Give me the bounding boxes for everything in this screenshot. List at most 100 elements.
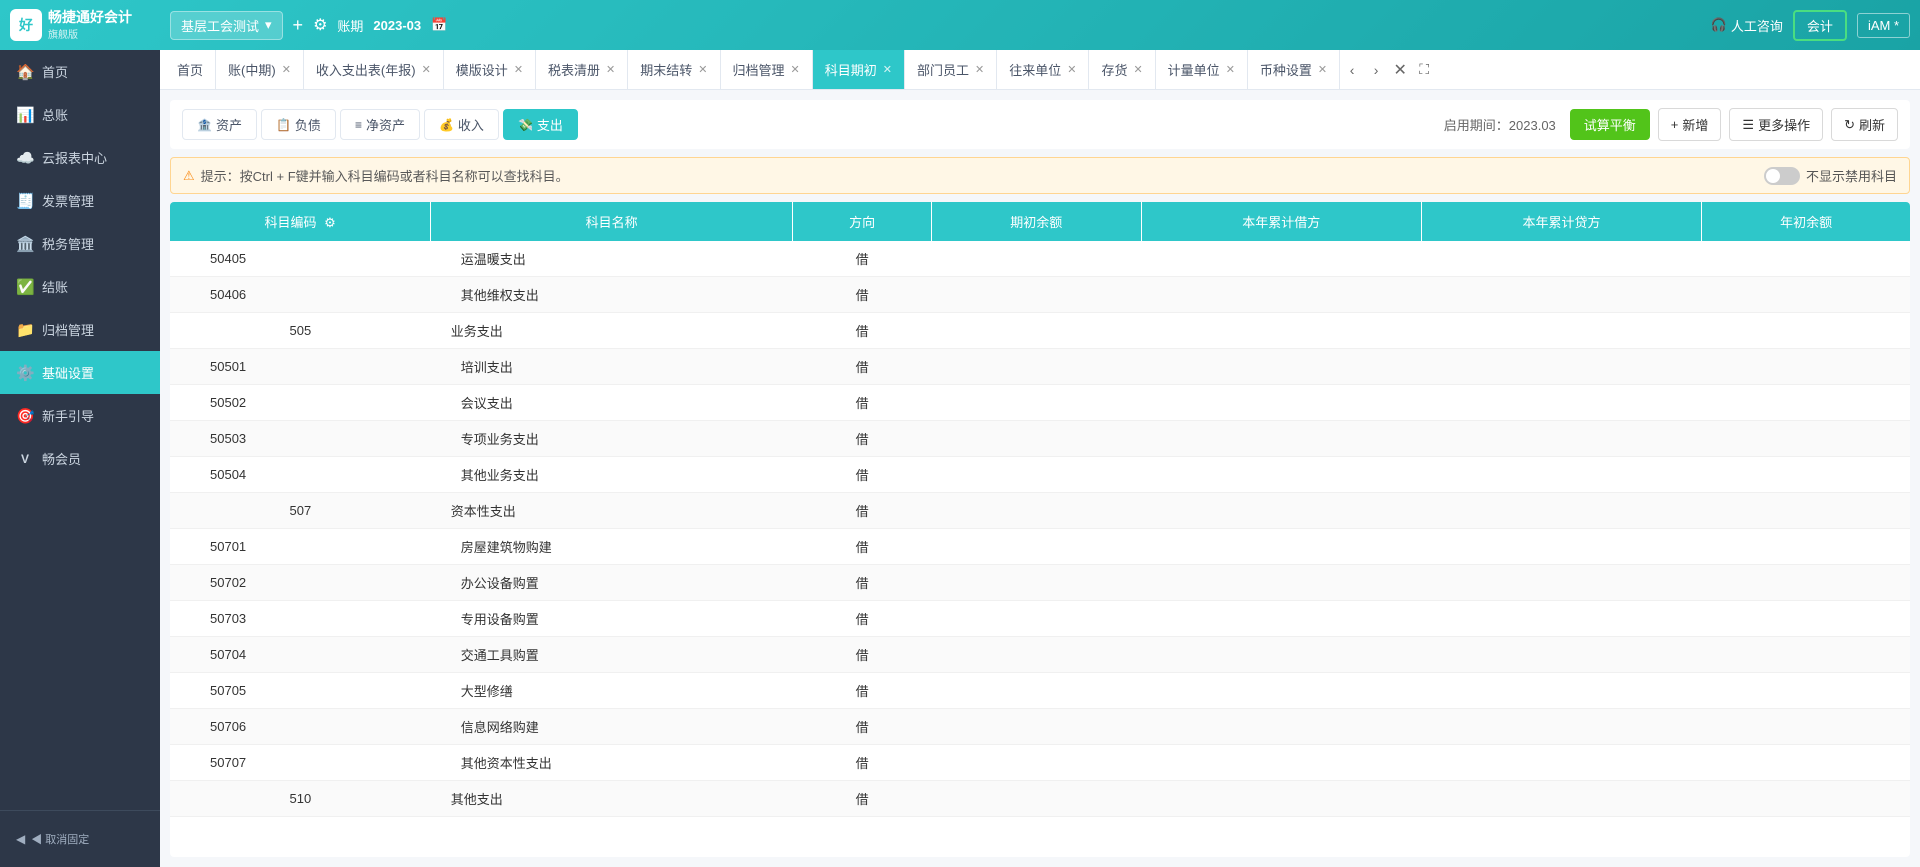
table-header-row: 科目编码 ⚙ 科目名称 方向 期初余额 本年累计借方 本年累计贷方 年初余额 — [170, 202, 1910, 241]
tab-close-all-btn[interactable]: ✕ — [1388, 50, 1412, 90]
tab-subject-label: 科目期初 — [825, 60, 877, 79]
cell-code: 50701 — [170, 529, 431, 565]
calendar-icon[interactable]: 📅 — [431, 17, 447, 33]
tab-inventory[interactable]: 存货 ✕ — [1089, 50, 1155, 90]
col-ytd-debit: 本年累计借方 — [1141, 202, 1421, 241]
table-row[interactable]: 507资本性支出借 — [170, 493, 1910, 529]
tab-template[interactable]: 模版设计 ✕ — [444, 50, 536, 90]
table-row[interactable]: 50501培训支出借 — [170, 349, 1910, 385]
sidebar-item-close[interactable]: ✅ 结账 — [0, 265, 160, 308]
sub-tab-liability[interactable]: 📋 负债 — [261, 109, 336, 140]
tab-currency-close[interactable]: ✕ — [1318, 63, 1327, 76]
tab-partner[interactable]: 往来单位 ✕ — [997, 50, 1089, 90]
tax-icon: 🏛️ — [16, 235, 34, 253]
tab-prev-btn[interactable]: ‹ — [1340, 50, 1364, 90]
sidebar-item-invoice[interactable]: 🧾 发票管理 — [0, 179, 160, 222]
more-button[interactable]: ☰ 更多操作 — [1729, 108, 1823, 141]
iam-badge[interactable]: iAM * — [1857, 13, 1910, 38]
sidebar-collapse-btn[interactable]: ◀ ◀ 取消固定 — [0, 821, 160, 857]
sidebar-item-reports[interactable]: ☁️ 云报表中心 — [0, 136, 160, 179]
tab-expand-btn[interactable]: ⛶ — [1412, 50, 1436, 90]
app-sub: 旗舰版 — [48, 26, 132, 41]
col-settings-icon[interactable]: ⚙ — [324, 215, 336, 230]
table-row[interactable]: 50702办公设备购置借 — [170, 565, 1910, 601]
cell-direction: 借 — [793, 637, 932, 673]
tab-dept-close[interactable]: ✕ — [975, 63, 984, 76]
tab-currency[interactable]: 币种设置 ✕ — [1248, 50, 1340, 90]
company-selector[interactable]: 基层工会测试 ▾ — [170, 11, 283, 40]
sidebar-label-guide: 新手引导 — [42, 406, 94, 425]
table-row[interactable]: 50704交通工具购置借 — [170, 637, 1910, 673]
tab-annual-report[interactable]: 收入支出表(年报) ✕ — [304, 50, 444, 90]
tab-tax[interactable]: 税表清册 ✕ — [536, 50, 628, 90]
tab-annual-close[interactable]: ✕ — [422, 63, 431, 76]
sidebar-item-tax[interactable]: 🏛️ 税务管理 — [0, 222, 160, 265]
tab-period[interactable]: 账(中期) ✕ — [216, 50, 304, 90]
tab-tax-close[interactable]: ✕ — [606, 63, 615, 76]
cell-name: 专用设备购置 — [431, 601, 793, 637]
tab-unit[interactable]: 计量单位 ✕ — [1156, 50, 1248, 90]
table-row[interactable]: 505业务支出借 — [170, 313, 1910, 349]
tab-filing-close[interactable]: ✕ — [791, 63, 800, 76]
tab-period-close[interactable]: ✕ — [282, 63, 291, 76]
table-row[interactable]: 50504其他业务支出借 — [170, 457, 1910, 493]
table-row[interactable]: 50701房屋建筑物购建借 — [170, 529, 1910, 565]
tab-home[interactable]: 首页 — [165, 50, 216, 90]
tab-subject-init[interactable]: 科目期初 ✕ — [813, 50, 905, 90]
cell-opening — [931, 529, 1141, 565]
tab-inventory-label: 存货 — [1101, 60, 1127, 79]
cell-direction: 借 — [793, 349, 932, 385]
sub-tab-expense[interactable]: 💸 支出 — [503, 109, 578, 140]
table-row[interactable]: 50503专项业务支出借 — [170, 421, 1910, 457]
toggle-switch[interactable] — [1764, 167, 1800, 185]
home-icon: 🏠 — [16, 63, 34, 81]
col-opening-balance: 期初余额 — [931, 202, 1141, 241]
tab-annual-label: 收入支出表(年报) — [316, 60, 416, 79]
table-row[interactable]: 50703专用设备购置借 — [170, 601, 1910, 637]
sub-tab-bar: 🏦 资产 📋 负债 ≡ 净资产 💰 收入 💸 支出 — [170, 100, 1910, 149]
cell-name: 业务支出 — [431, 313, 793, 349]
tab-template-close[interactable]: ✕ — [514, 63, 523, 76]
balance-button[interactable]: 试算平衡 — [1570, 109, 1650, 140]
sidebar-item-ledger[interactable]: 📊 总账 — [0, 93, 160, 136]
table-row[interactable]: 510其他支出借 — [170, 781, 1910, 817]
cell-beginning — [1702, 601, 1910, 637]
table-row[interactable]: 50707其他资本性支出借 — [170, 745, 1910, 781]
sidebar-item-guide[interactable]: 🎯 新手引导 — [0, 394, 160, 437]
sub-tab-income[interactable]: 💰 收入 — [424, 109, 499, 140]
dropdown-icon: ▾ — [265, 17, 272, 33]
tab-partner-close[interactable]: ✕ — [1067, 63, 1076, 76]
tab-unit-close[interactable]: ✕ — [1226, 63, 1235, 76]
customer-service-btn[interactable]: 🎧 人工咨询 — [1711, 16, 1783, 35]
add-company-btn[interactable]: + — [293, 15, 304, 36]
sidebar-item-home[interactable]: 🏠 首页 — [0, 50, 160, 93]
tab-next-btn[interactable]: › — [1364, 50, 1388, 90]
main-container: 🏠 首页 📊 总账 ☁️ 云报表中心 🧾 发票管理 🏛️ 税务管理 ✅ 结账 📁… — [0, 50, 1920, 867]
sidebar-item-member[interactable]: V 畅会员 — [0, 437, 160, 480]
tab-home-label: 首页 — [177, 60, 203, 79]
sidebar-item-archive[interactable]: 📁 归档管理 — [0, 308, 160, 351]
account-button[interactable]: 会计 — [1793, 10, 1847, 41]
tab-dept[interactable]: 部门员工 ✕ — [905, 50, 997, 90]
table-row[interactable]: 50502会议支出借 — [170, 385, 1910, 421]
table-row[interactable]: 50406其他维权支出借 — [170, 277, 1910, 313]
settings-icon[interactable]: ⚙ — [313, 15, 327, 35]
table-row[interactable]: 50706信息网络购建借 — [170, 709, 1910, 745]
table-row[interactable]: 50405运温暖支出借 — [170, 241, 1910, 277]
refresh-button[interactable]: ↻ 刷新 — [1831, 108, 1898, 141]
tab-inventory-close[interactable]: ✕ — [1133, 63, 1142, 76]
cell-opening — [931, 349, 1141, 385]
hint-text: 提示：按Ctrl + F键并输入科目编码或者科目名称可以查找科目。 — [201, 166, 569, 185]
tab-period-end-close[interactable]: ✕ — [698, 63, 707, 76]
table-row[interactable]: 50705大型修缮借 — [170, 673, 1910, 709]
tab-filing[interactable]: 归档管理 ✕ — [721, 50, 813, 90]
tab-period-end[interactable]: 期末结转 ✕ — [628, 50, 720, 90]
add-button[interactable]: + 新增 — [1658, 108, 1722, 141]
sidebar-label-reports: 云报表中心 — [42, 148, 107, 167]
sidebar-item-settings[interactable]: ⚙️ 基础设置 — [0, 351, 160, 394]
sub-tab-asset[interactable]: 🏦 资产 — [182, 109, 257, 140]
sub-tab-equity[interactable]: ≡ 净资产 — [340, 109, 420, 140]
cell-code: 505 — [170, 313, 431, 349]
tab-subject-close[interactable]: ✕ — [883, 63, 892, 76]
cell-direction: 借 — [793, 277, 932, 313]
